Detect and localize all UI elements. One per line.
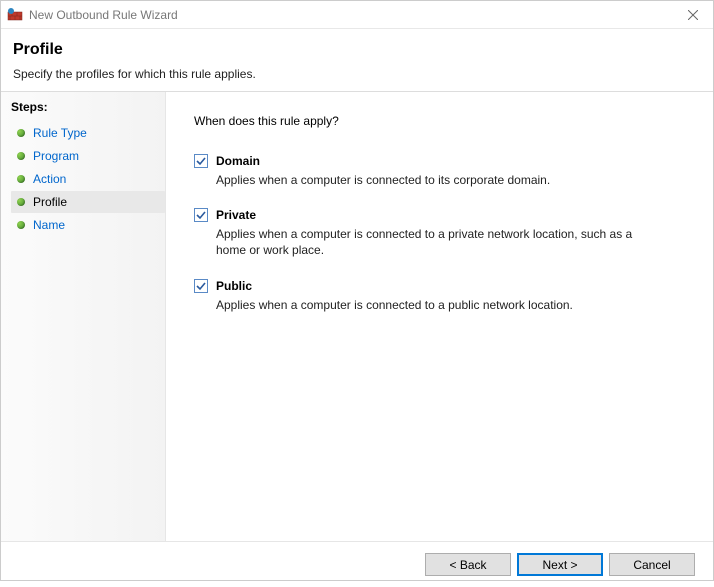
check-icon (196, 156, 206, 166)
step-bullet-icon (17, 198, 25, 206)
page-subtitle: Specify the profiles for which this rule… (13, 67, 701, 81)
close-button[interactable] (673, 1, 713, 29)
profile-option-public: Public Applies when a computer is connect… (194, 279, 691, 313)
wizard-footer: < Back Next > Cancel (1, 541, 713, 587)
step-item-action[interactable]: Action (11, 168, 165, 190)
step-label: Action (33, 172, 66, 186)
profile-question: When does this rule apply? (194, 114, 691, 128)
step-label: Rule Type (33, 126, 87, 140)
profile-description: Applies when a computer is connected to … (216, 172, 656, 188)
page-title: Profile (13, 41, 701, 59)
step-label: Name (33, 218, 65, 232)
profile-label: Private (216, 208, 256, 222)
check-icon (196, 210, 206, 220)
profile-option-private: Private Applies when a computer is connec… (194, 208, 691, 258)
window-title: New Outbound Rule Wizard (29, 8, 178, 22)
steps-title: Steps: (11, 100, 165, 114)
cancel-button[interactable]: Cancel (609, 553, 695, 576)
firewall-icon (7, 7, 23, 23)
steps-sidebar: Steps: Rule Type Program Action Profile Name (1, 92, 166, 541)
checkbox-private[interactable] (194, 208, 208, 222)
step-bullet-icon (17, 129, 25, 137)
profile-description: Applies when a computer is connected to … (216, 226, 656, 258)
checkbox-public[interactable] (194, 279, 208, 293)
wizard-content: When does this rule apply? Domain Applies… (166, 92, 713, 541)
check-icon (196, 281, 206, 291)
step-label: Profile (33, 195, 67, 209)
step-item-rule-type[interactable]: Rule Type (11, 122, 165, 144)
step-item-profile: Profile (11, 191, 165, 213)
checkbox-domain[interactable] (194, 154, 208, 168)
profile-label: Public (216, 279, 252, 293)
wizard-header: Profile Specify the profiles for which t… (1, 29, 713, 92)
back-button[interactable]: < Back (425, 553, 511, 576)
step-bullet-icon (17, 221, 25, 229)
profile-label: Domain (216, 154, 260, 168)
close-icon (688, 10, 698, 20)
title-bar: New Outbound Rule Wizard (1, 1, 713, 29)
next-button[interactable]: Next > (517, 553, 603, 576)
step-bullet-icon (17, 152, 25, 160)
step-item-program[interactable]: Program (11, 145, 165, 167)
step-label: Program (33, 149, 79, 163)
profile-option-domain: Domain Applies when a computer is connect… (194, 154, 691, 188)
step-bullet-icon (17, 175, 25, 183)
profile-description: Applies when a computer is connected to … (216, 297, 656, 313)
step-item-name[interactable]: Name (11, 214, 165, 236)
